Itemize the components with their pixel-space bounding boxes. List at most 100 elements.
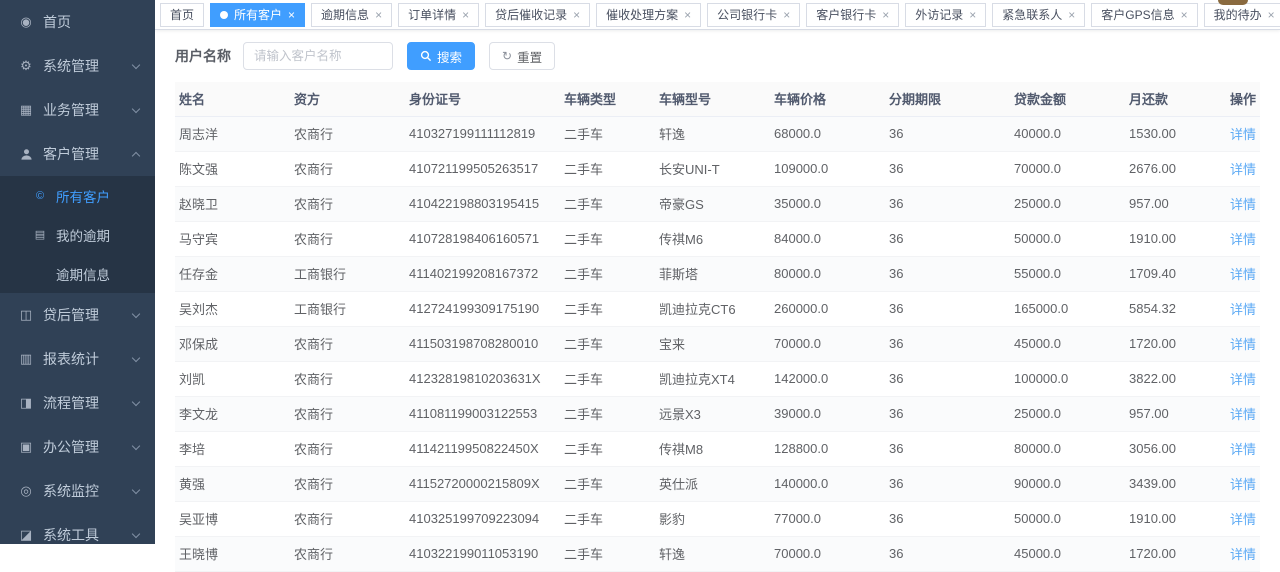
- detail-link[interactable]: 详情: [1230, 372, 1256, 387]
- close-icon[interactable]: ×: [1268, 9, 1275, 21]
- close-icon[interactable]: ×: [1181, 9, 1188, 21]
- tab-label: 紧急联系人: [1002, 6, 1062, 23]
- table-cell: 36: [885, 151, 1010, 186]
- detail-link[interactable]: 详情: [1230, 127, 1256, 142]
- detail-link[interactable]: 详情: [1230, 162, 1256, 177]
- close-icon[interactable]: ×: [375, 9, 382, 21]
- tab[interactable]: 客户银行卡 ×: [806, 3, 899, 27]
- detail-link[interactable]: 详情: [1230, 442, 1256, 457]
- table-row: 吴刘杰工商银行412724199309175190二手车凯迪拉克CT626000…: [175, 291, 1260, 326]
- column-header: 车辆价格: [770, 82, 885, 116]
- detail-link[interactable]: 详情: [1230, 232, 1256, 247]
- tab[interactable]: 催收处理方案 ×: [596, 3, 701, 27]
- sidebar-subitem[interactable]: 逾期信息: [0, 254, 155, 293]
- sidebar-item-label: 系统工具: [43, 525, 99, 545]
- actions-cell: 详情: [1200, 501, 1260, 536]
- sidebar-item[interactable]: ▥报表统计: [0, 337, 155, 381]
- close-icon[interactable]: ×: [1068, 9, 1075, 21]
- sidebar-subitem[interactable]: ▤我的逾期: [0, 215, 155, 254]
- table-cell: 农商行: [290, 536, 405, 571]
- sidebar-item[interactable]: ◪系统工具: [0, 513, 155, 557]
- tab[interactable]: 紧急联系人 ×: [992, 3, 1085, 27]
- tab-label: 催收处理方案: [606, 6, 678, 23]
- actions-cell: 详情: [1200, 256, 1260, 291]
- detail-link[interactable]: 详情: [1230, 407, 1256, 422]
- table-cell: 二手车: [560, 396, 655, 431]
- detail-link[interactable]: 详情: [1230, 337, 1256, 352]
- chart-icon: ▥: [18, 351, 34, 367]
- table-cell: 英仕派: [655, 466, 770, 501]
- close-icon[interactable]: ×: [684, 9, 691, 21]
- table-cell: 410728198406160571: [405, 221, 560, 256]
- search-input[interactable]: [243, 42, 393, 70]
- actions-cell: 详情: [1200, 536, 1260, 571]
- sidebar-item[interactable]: ▦业务管理: [0, 88, 155, 132]
- close-icon[interactable]: ×: [462, 9, 469, 21]
- table-cell: 王晓博: [175, 536, 290, 571]
- table-cell: 吴刘杰: [175, 291, 290, 326]
- sidebar-item[interactable]: ⚙系统管理: [0, 44, 155, 88]
- close-icon[interactable]: ×: [783, 9, 790, 21]
- reset-button[interactable]: ↻ 重置: [489, 42, 555, 70]
- sidebar-item[interactable]: ▣办公管理: [0, 425, 155, 469]
- detail-link[interactable]: 详情: [1230, 512, 1256, 527]
- table-cell: 农商行: [290, 186, 405, 221]
- actions-cell: 详情: [1200, 431, 1260, 466]
- table-cell: 李培: [175, 431, 290, 466]
- tab-label: 客户银行卡: [816, 6, 876, 23]
- close-icon[interactable]: ×: [969, 9, 976, 21]
- table-cell: 36: [885, 186, 1010, 221]
- table-cell: 36: [885, 291, 1010, 326]
- search-field-label: 用户名称: [175, 46, 231, 66]
- sidebar-item[interactable]: ◎系统监控: [0, 469, 155, 513]
- table-cell: 刘凯: [175, 361, 290, 396]
- tab[interactable]: 客户GPS信息×: [1091, 3, 1197, 27]
- sidebar-subitem-label: 逾期信息: [56, 264, 110, 284]
- sidebar-subitem-label: 所有客户: [56, 186, 110, 206]
- table-cell: 35000.0: [770, 186, 885, 221]
- detail-link[interactable]: 详情: [1230, 267, 1256, 282]
- detail-link[interactable]: 详情: [1230, 477, 1256, 492]
- tab[interactable]: 首页: [160, 3, 204, 27]
- cropped-avatar: [1218, 0, 1248, 5]
- table-cell: 凯迪拉克CT6: [655, 291, 770, 326]
- table-row: 任存金工商银行411402199208167372二手车菲斯塔80000.036…: [175, 256, 1260, 291]
- table-cell: 410322199011053190: [405, 536, 560, 571]
- tabs-bar: 首页所有客户×逾期信息×订单详情×贷后催收记录×催收处理方案×公司银行卡×客户银…: [155, 0, 1280, 30]
- tab[interactable]: 我的待办×: [1204, 3, 1280, 27]
- detail-link[interactable]: 详情: [1230, 547, 1256, 562]
- table-cell: 410327199111112819: [405, 116, 560, 151]
- tab[interactable]: 订单详情×: [398, 3, 479, 27]
- table-cell: 36: [885, 431, 1010, 466]
- table-cell: 45000.0: [1010, 536, 1125, 571]
- table-cell: 任存金: [175, 256, 290, 291]
- sidebar-item[interactable]: ◨流程管理: [0, 381, 155, 425]
- sidebar-subitem[interactable]: ©所有客户: [0, 176, 155, 215]
- search-form: 用户名称 搜索 ↻ 重置: [155, 30, 1280, 82]
- table-cell: 二手车: [560, 186, 655, 221]
- search-button[interactable]: 搜索: [407, 42, 475, 70]
- tab[interactable]: 贷后催收记录×: [485, 3, 590, 27]
- tab[interactable]: 公司银行卡×: [707, 3, 800, 27]
- table-cell: 宝来: [655, 326, 770, 361]
- close-icon[interactable]: ×: [288, 9, 295, 21]
- table-cell: 410325199709223094: [405, 501, 560, 536]
- detail-link[interactable]: 详情: [1230, 197, 1256, 212]
- table-cell: 二手车: [560, 361, 655, 396]
- detail-link[interactable]: 详情: [1230, 302, 1256, 317]
- table-cell: 36: [885, 256, 1010, 291]
- tab[interactable]: 逾期信息×: [311, 3, 392, 27]
- table-cell: 80000.0: [1010, 431, 1125, 466]
- table-cell: 轩逸: [655, 536, 770, 571]
- sidebar-item[interactable]: ◫贷后管理: [0, 293, 155, 337]
- sidebar-item[interactable]: ◉首页: [0, 0, 155, 44]
- sidebar-item[interactable]: 客户管理: [0, 132, 155, 176]
- tab[interactable]: 外访记录×: [905, 3, 986, 27]
- close-icon[interactable]: ×: [882, 9, 889, 21]
- tab[interactable]: 所有客户×: [210, 3, 305, 27]
- table-row: 赵晓卫农商行410422198803195415二手车帝豪GS35000.036…: [175, 186, 1260, 221]
- sidebar-item-label: 系统管理: [43, 56, 99, 76]
- close-icon[interactable]: ×: [573, 9, 580, 21]
- table-cell: 农商行: [290, 116, 405, 151]
- tab-label: 首页: [170, 6, 194, 23]
